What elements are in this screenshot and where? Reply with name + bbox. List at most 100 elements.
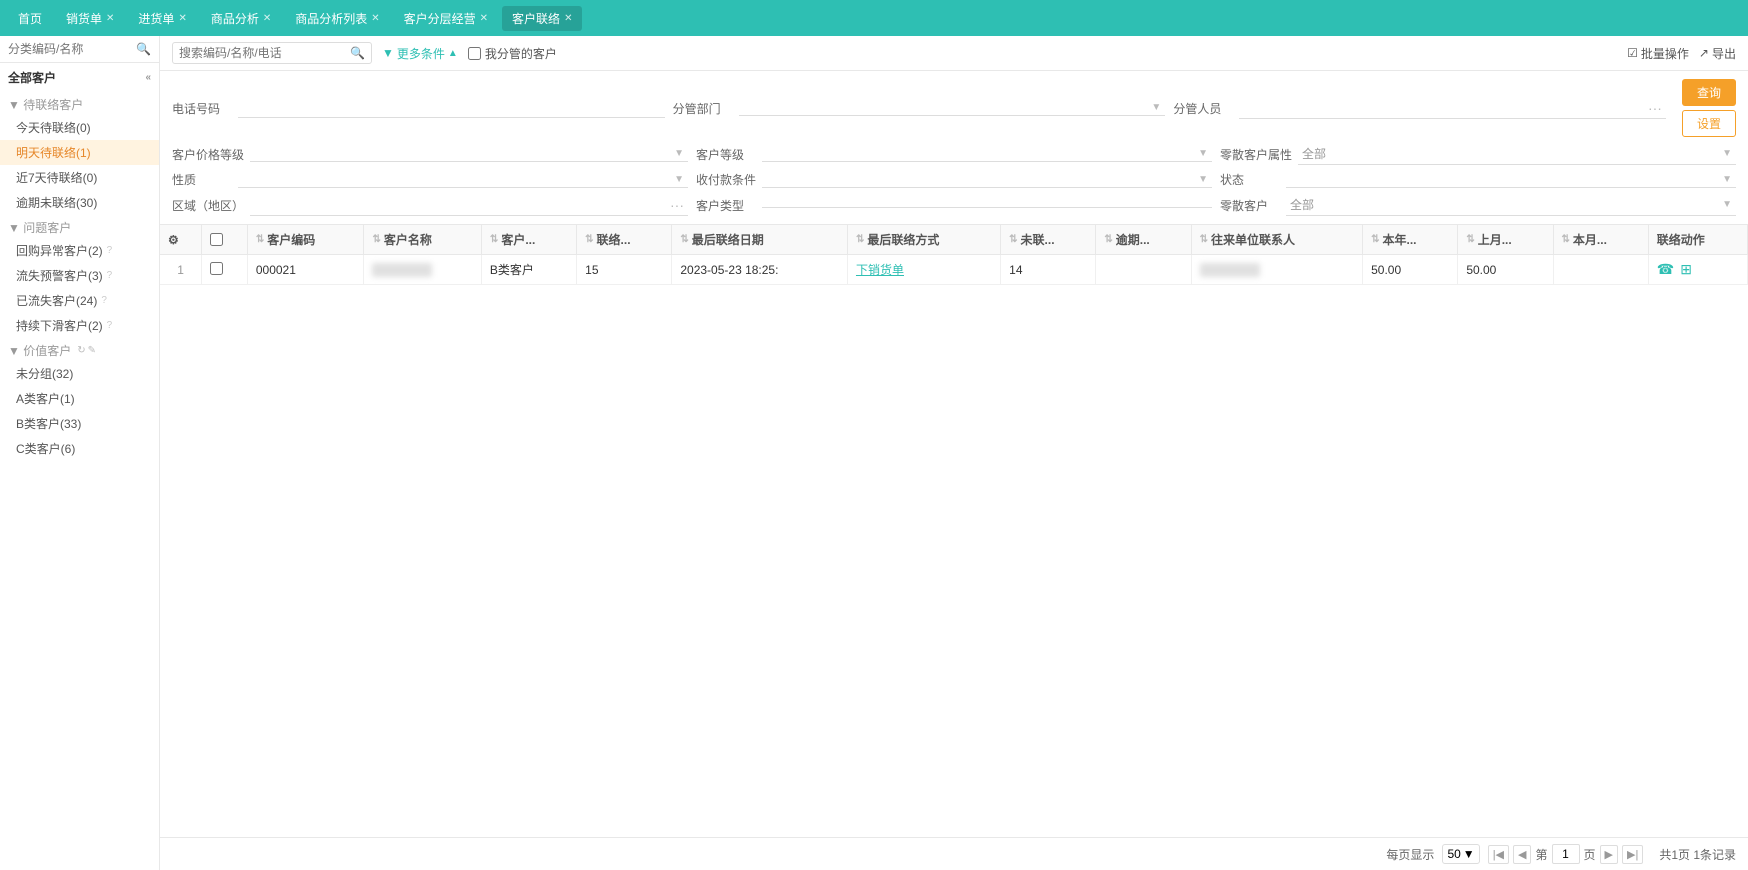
- col-lastdate-header[interactable]: ⇅ 最后联络日期: [672, 225, 848, 255]
- search-input-wrap: 🔍: [172, 42, 372, 64]
- filter-grade-select[interactable]: ▼: [250, 146, 688, 162]
- filter-level-select[interactable]: ▼: [762, 146, 1212, 162]
- col-lastmonth-header[interactable]: ⇅ 上月...: [1458, 225, 1553, 255]
- my-customer-checkbox[interactable]: [468, 47, 481, 60]
- edit-value-icon[interactable]: ✎: [88, 345, 96, 356]
- sidebar-churn-warning[interactable]: 流失预警客户(3) ?: [0, 263, 159, 288]
- col-contact-header[interactable]: ⇅ 联络...: [577, 225, 672, 255]
- row-contact-count: 15: [577, 255, 672, 285]
- sidebar-7day-contact[interactable]: 近7天待联络(0): [0, 165, 159, 190]
- filter-retail-attr: 零散客户属性 全部 ▼: [1220, 143, 1736, 165]
- nav-product-analysis[interactable]: 商品分析 ✕: [201, 6, 281, 31]
- close-product-list-icon[interactable]: ✕: [371, 13, 379, 24]
- col-code-header[interactable]: ⇅ 客户编码: [247, 225, 364, 255]
- last-page-btn[interactable]: ▶|: [1622, 845, 1643, 864]
- filter-status-select[interactable]: ▼: [1286, 172, 1736, 188]
- next-page-btn[interactable]: ▶: [1600, 845, 1618, 864]
- sort-date-icon: ⇅: [680, 234, 688, 245]
- nav-purchase-order[interactable]: 进货单 ✕: [128, 6, 196, 31]
- nav-product-analysis-list[interactable]: 商品分析列表 ✕: [285, 6, 389, 31]
- filter-retail-select[interactable]: 全部 ▼: [1286, 194, 1736, 216]
- filter-dept-select[interactable]: ▼: [739, 100, 1166, 116]
- col-uncontacted-header[interactable]: ⇅ 未联...: [1001, 225, 1096, 255]
- first-page-btn[interactable]: |◀: [1488, 845, 1509, 864]
- prev-page-btn[interactable]: ◀: [1513, 845, 1531, 864]
- filter-retail-attr-select[interactable]: 全部 ▼: [1298, 143, 1736, 165]
- chevron-up-icon: ▲: [448, 48, 458, 59]
- sidebar-abnormal-repurchase[interactable]: 回购异常客户(2) ?: [0, 238, 159, 263]
- export-btn[interactable]: ↗ 导出: [1699, 45, 1736, 62]
- col-name-header[interactable]: ⇅ 客户名称: [364, 225, 481, 255]
- nav-home[interactable]: 首页: [8, 6, 52, 31]
- sidebar-class-c[interactable]: C类客户(6): [0, 436, 159, 461]
- gear-icon[interactable]: ⚙: [168, 233, 179, 247]
- grid-action-icon[interactable]: ⊞: [1680, 261, 1692, 278]
- search-input[interactable]: [179, 46, 346, 60]
- row-check[interactable]: [202, 255, 248, 285]
- close-product-analysis-icon[interactable]: ✕: [263, 13, 271, 24]
- page-number-input[interactable]: [1552, 844, 1580, 864]
- row-last-month: 50.00: [1458, 255, 1553, 285]
- col-check-header[interactable]: [202, 225, 248, 255]
- sidebar-search-icon[interactable]: 🔍: [136, 42, 151, 56]
- row-contact-person: [1191, 255, 1363, 285]
- more-filter-btn[interactable]: ▼ 更多条件 ▲: [382, 45, 458, 62]
- per-page-select[interactable]: 50 ▼: [1442, 844, 1479, 864]
- search-icon[interactable]: 🔍: [350, 46, 365, 60]
- filter-row-3: 性质 ▼ 收付款条件 ▼ 状态: [172, 171, 1736, 188]
- row-num: 1: [160, 255, 202, 285]
- col-overdue-header[interactable]: ⇅ 逾期...: [1096, 225, 1191, 255]
- main-layout: 🔍 全部客户 « ▼ 待联络客户 今天待联络(0) 明天待联络(1) 近7天待联…: [0, 36, 1748, 870]
- export-icon: ↗: [1699, 46, 1709, 60]
- close-customer-contact-icon[interactable]: ✕: [564, 13, 572, 24]
- sort-icon: ⇅: [256, 234, 264, 245]
- nature-chevron-icon: ▼: [674, 174, 684, 185]
- filter-type-select[interactable]: [762, 203, 1212, 208]
- filter-region: 区域（地区） ···: [172, 195, 688, 216]
- query-btn[interactable]: 查询: [1682, 79, 1736, 106]
- sidebar-tomorrow-contact[interactable]: 明天待联络(1): [0, 140, 159, 165]
- sidebar-overdue-contact[interactable]: 逾期未联络(30): [0, 190, 159, 215]
- nav-sales-order[interactable]: 销货单 ✕: [56, 6, 124, 31]
- close-customer-layer-icon[interactable]: ✕: [480, 13, 488, 24]
- row-name: [364, 255, 481, 285]
- row-code: 000021: [247, 255, 364, 285]
- col-contact-person-header[interactable]: ⇅ 往来单位联系人: [1191, 225, 1363, 255]
- filter-nature-select[interactable]: ▼: [238, 172, 688, 188]
- col-type-header[interactable]: ⇅ 客户...: [481, 225, 576, 255]
- sidebar-today-contact[interactable]: 今天待联络(0): [0, 115, 159, 140]
- col-thisyear-header[interactable]: ⇅ 本年...: [1363, 225, 1458, 255]
- sort-tm-icon: ⇅: [1562, 234, 1570, 245]
- sidebar-ungrouped[interactable]: 未分组(32): [0, 361, 159, 386]
- filter-payment-select[interactable]: ▼: [762, 172, 1212, 188]
- search-bar: 🔍 ▼ 更多条件 ▲ 我分管的客户 ☑ 批量操作 ↗ 导出: [160, 36, 1748, 71]
- settings-btn[interactable]: 设置: [1682, 110, 1736, 137]
- action-icons: ☎ ⊞: [1657, 261, 1739, 278]
- batch-op-btn[interactable]: ☑ 批量操作: [1627, 45, 1689, 62]
- region-dots-icon[interactable]: ···: [670, 197, 684, 213]
- table-area: ⚙ ⇅ 客户编码 ⇅: [160, 225, 1748, 837]
- filter-manager-select[interactable]: ···: [1239, 98, 1666, 119]
- nav-customer-layer[interactable]: 客户分层经营 ✕: [394, 6, 498, 31]
- close-purchase-icon[interactable]: ✕: [178, 13, 186, 24]
- phone-action-icon[interactable]: ☎: [1657, 261, 1674, 278]
- sidebar-class-b[interactable]: B类客户(33): [0, 411, 159, 436]
- row-checkbox[interactable]: [210, 262, 223, 275]
- sidebar-churned[interactable]: 已流失客户(24) ?: [0, 288, 159, 313]
- select-all-checkbox[interactable]: [210, 233, 223, 246]
- sidebar-search-input[interactable]: [8, 42, 132, 56]
- filter-phone-input[interactable]: [238, 99, 665, 118]
- col-gear-header[interactable]: ⚙: [160, 225, 202, 255]
- nav-customer-contact[interactable]: 客户联络 ✕: [502, 6, 582, 31]
- col-lastmethod-header[interactable]: ⇅ 最后联络方式: [847, 225, 1000, 255]
- sidebar-declining[interactable]: 持续下滑客户(2) ?: [0, 313, 159, 338]
- filter-region-select[interactable]: ···: [250, 195, 688, 216]
- refresh-icon[interactable]: ↻: [77, 345, 85, 356]
- sort-overdue-icon: ⇅: [1104, 234, 1112, 245]
- help-abnormal-icon: ?: [107, 245, 113, 256]
- close-sales-icon[interactable]: ✕: [106, 13, 114, 24]
- col-thismonth-header[interactable]: ⇅ 本月...: [1553, 225, 1648, 255]
- sidebar-all-customers[interactable]: 全部客户 «: [0, 63, 159, 92]
- manager-dots-icon[interactable]: ···: [1648, 100, 1662, 116]
- sidebar-class-a[interactable]: A类客户(1): [0, 386, 159, 411]
